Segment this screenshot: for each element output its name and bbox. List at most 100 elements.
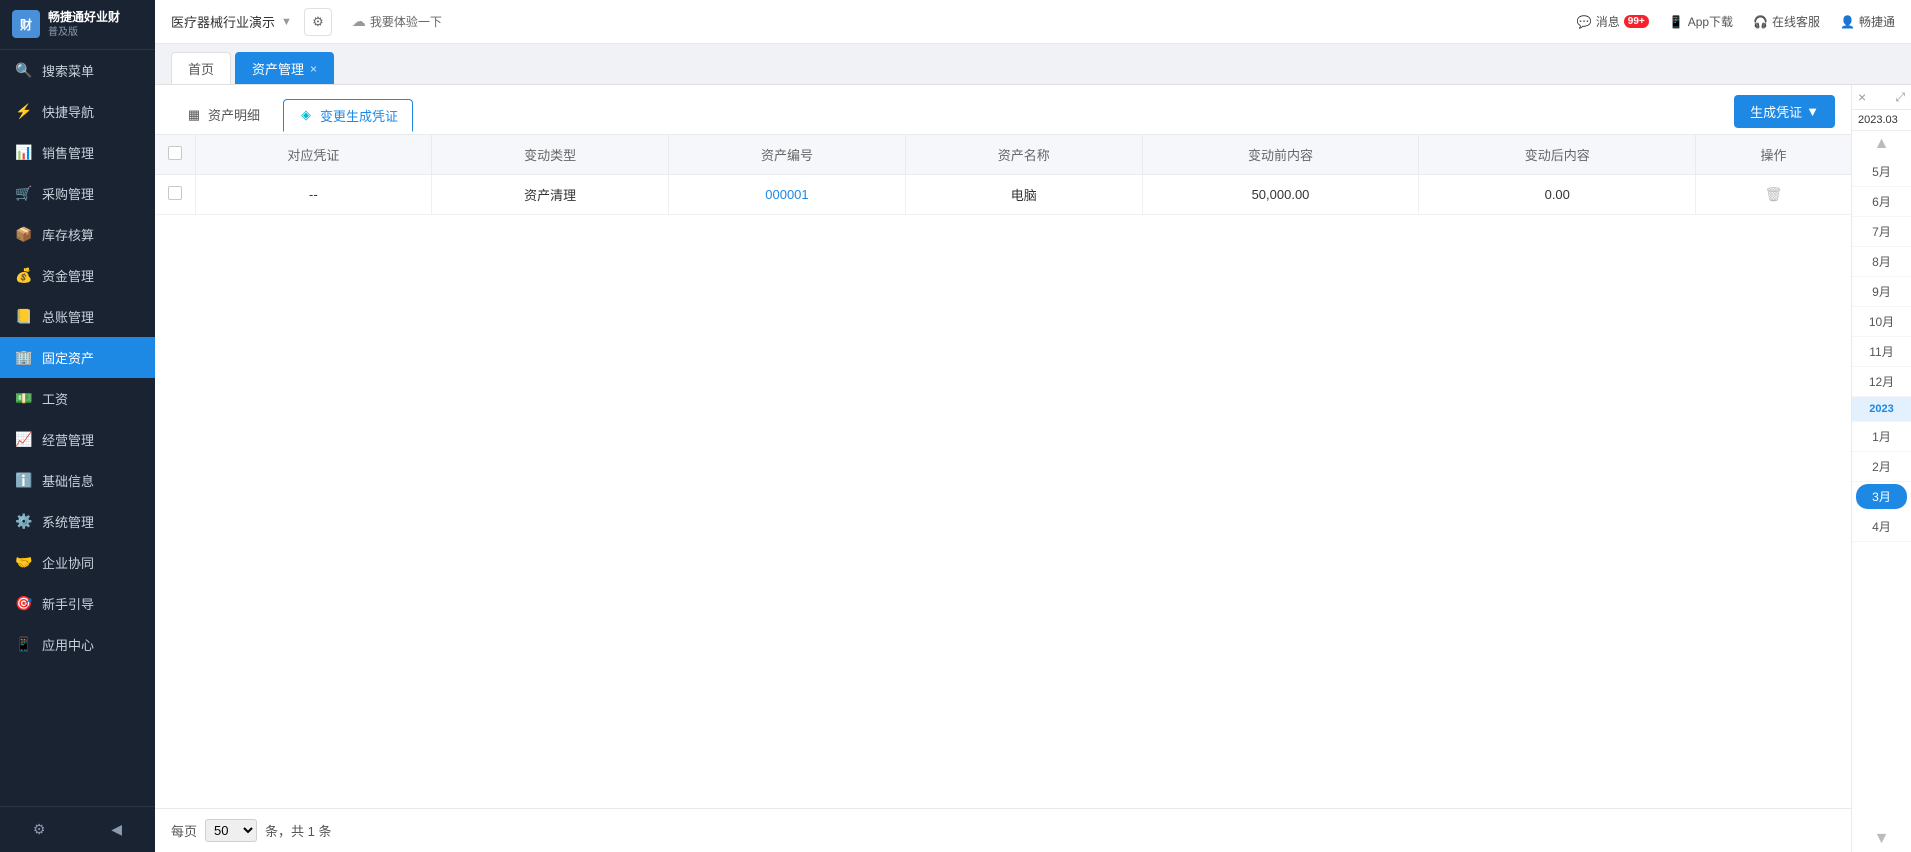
sidebar-item-label: 经营管理 [42, 430, 94, 449]
date-item-2[interactable]: 2月 [1852, 452, 1911, 482]
right-panel-date-label: 2023.03 [1852, 110, 1911, 131]
date-item-5[interactable]: 5月 [1852, 157, 1911, 187]
topbar-settings-button[interactable]: ⚙ [304, 8, 332, 36]
right-panel: × ⤢ 2023.03 ▲ 5月 6月 7月 8月 9月 10月 11月 12月… [1851, 85, 1911, 852]
th-asset-name-label: 资产名称 [998, 148, 1050, 163]
tab-asset-mgmt[interactable]: 资产管理 × [235, 52, 334, 84]
inventory-icon: 📦 [16, 226, 32, 242]
main-area: 医疗器械行业演示 ▼ ⚙ ☁ 我要体验一下 💬 消息 99+ 📱 App下载 🎧… [155, 0, 1911, 852]
sidebar-item-label: 销售管理 [42, 143, 94, 162]
quick-nav-icon: ⚡ [16, 103, 32, 119]
sub-tab-change-voucher-label: 变更生成凭证 [320, 106, 398, 125]
sidebar-item-label: 资金管理 [42, 266, 94, 285]
date-item-7[interactable]: 7月 [1852, 217, 1911, 247]
page-size-select[interactable]: 50 10 20 100 [205, 819, 257, 842]
date-item-12[interactable]: 12月 [1852, 367, 1911, 397]
date-item-4[interactable]: 4月 [1852, 512, 1911, 542]
sidebar-item-label: 固定资产 [42, 348, 94, 367]
th-asset-name: 资产名称 [905, 135, 1142, 175]
date-item-9[interactable]: 9月 [1852, 277, 1911, 307]
generate-voucher-button[interactable]: 生成凭证 ▼ [1734, 95, 1835, 128]
sidebar-item-enterprise[interactable]: 🤝 企业协同 [0, 542, 155, 583]
sidebar-item-sys-mgmt[interactable]: ⚙️ 系统管理 [0, 501, 155, 542]
sidebar-item-basic-info[interactable]: ℹ️ 基础信息 [0, 460, 155, 501]
sidebar-footer: ⚙ ◀ [0, 806, 155, 852]
right-panel-close-button[interactable]: × [1858, 89, 1866, 105]
sales-icon: 📊 [16, 144, 32, 160]
brand-text: 畅捷通好业财 普及版 [48, 10, 120, 39]
th-voucher-label: 对应凭证 [287, 148, 339, 163]
topbar-feedback[interactable]: ☁ 我要体验一下 [352, 13, 442, 30]
sidebar-item-inventory[interactable]: 📦 库存核算 [0, 214, 155, 255]
purchase-icon: 🛒 [16, 185, 32, 201]
app-download-button[interactable]: 📱 App下载 [1669, 13, 1733, 30]
date-item-6[interactable]: 6月 [1852, 187, 1911, 217]
table-area: 对应凭证 变动类型 资产编号 资产名称 [155, 135, 1851, 808]
table-footer: 每页 50 10 20 100 条，共 1 条 [155, 808, 1851, 852]
tab-close-icon[interactable]: × [310, 62, 317, 76]
sidebar-item-search[interactable]: 🔍 搜索菜单 [0, 50, 155, 91]
funds-icon: 💰 [16, 267, 32, 283]
scroll-down-button[interactable]: ▼ [1852, 826, 1911, 852]
date-item-11[interactable]: 11月 [1852, 337, 1911, 367]
th-change-type-label: 变动类型 [524, 148, 576, 163]
generate-voucher-label: 生成凭证 [1750, 102, 1802, 121]
sidebar-menu: 🔍 搜索菜单 ⚡ 快捷导航 📊 销售管理 🛒 采购管理 📦 库存核算 💰 资金管… [0, 50, 155, 806]
total-label: 条，共 1 条 [265, 821, 331, 840]
td-before-change: 50,000.00 [1142, 175, 1419, 215]
fixed-assets-icon: 🏢 [16, 349, 32, 365]
company-selector[interactable]: 医疗器械行业演示 ▼ [171, 12, 292, 31]
settings-button[interactable]: ⚙ [27, 815, 52, 844]
ledger-icon: 📒 [16, 308, 32, 324]
th-asset-code: 资产编号 [669, 135, 906, 175]
sub-tab-asset-detail[interactable]: ▦ 资产明细 [171, 98, 275, 131]
sidebar-item-quick-nav[interactable]: ⚡ 快捷导航 [0, 91, 155, 132]
sub-tab-asset-detail-label: 资产明细 [208, 105, 260, 124]
table-header-row: 对应凭证 变动类型 资产编号 资产名称 [155, 135, 1851, 175]
settings-icon: ⚙ [312, 14, 324, 30]
sidebar-item-sales[interactable]: 📊 销售管理 [0, 132, 155, 173]
sys-mgmt-icon: ⚙️ [16, 513, 32, 529]
date-item-3-current[interactable]: 3月 [1856, 484, 1907, 510]
user-avatar-icon: 👤 [1840, 15, 1855, 29]
sidebar-item-label: 总账管理 [42, 307, 94, 326]
header-checkbox[interactable] [168, 146, 182, 160]
date-item-1[interactable]: 1月 [1852, 422, 1911, 452]
sidebar-item-operations[interactable]: 📈 经营管理 [0, 419, 155, 460]
payroll-icon: 💵 [16, 390, 32, 406]
sidebar-item-purchase[interactable]: 🛒 采购管理 [0, 173, 155, 214]
sidebar-item-fixed-assets[interactable]: 🏢 固定资产 [0, 337, 155, 378]
date-item-8[interactable]: 8月 [1852, 247, 1911, 277]
row-checkbox[interactable] [168, 186, 182, 200]
before-change-value: 50,000.00 [1252, 187, 1310, 202]
sub-tab-change-voucher[interactable]: ◈ 变更生成凭证 [283, 99, 413, 132]
scroll-up-button[interactable]: ▲ [1852, 131, 1911, 157]
brand-name: 畅捷通好业财 [48, 10, 120, 26]
user-menu[interactable]: 👤 畅捷通 [1840, 13, 1895, 30]
sidebar-item-ledger[interactable]: 📒 总账管理 [0, 296, 155, 337]
app-center-icon: 📱 [16, 636, 32, 652]
tab-home[interactable]: 首页 [171, 52, 231, 84]
sidebar-item-payroll[interactable]: 💵 工资 [0, 378, 155, 419]
sidebar-item-label: 库存核算 [42, 225, 94, 244]
th-voucher: 对应凭证 [195, 135, 432, 175]
sidebar-item-guide[interactable]: 🎯 新手引导 [0, 583, 155, 624]
delete-button[interactable]: 🗑 [1765, 186, 1783, 202]
voucher-value: -- [309, 187, 318, 202]
sidebar-item-app-center[interactable]: 📱 应用中心 [0, 624, 155, 665]
bell-icon: 💬 [1577, 15, 1592, 29]
sidebar-item-label: 新手引导 [42, 594, 94, 613]
sidebar-item-label: 工资 [42, 389, 68, 408]
date-item-year-2023[interactable]: 2023 [1852, 397, 1911, 422]
brand-edition: 普及版 [48, 26, 120, 39]
notifications-button[interactable]: 💬 消息 99+ [1577, 13, 1649, 30]
date-item-10[interactable]: 10月 [1852, 307, 1911, 337]
table-icon: ▦ [186, 107, 202, 123]
change-type-value: 资产清理 [524, 188, 576, 203]
collapse-button[interactable]: ◀ [105, 815, 128, 844]
th-checkbox [155, 135, 195, 175]
right-panel-expand-button[interactable]: ⤢ [1895, 90, 1905, 105]
online-service-button[interactable]: 🎧 在线客服 [1753, 13, 1820, 30]
td-voucher: -- [195, 175, 432, 215]
sidebar-item-funds[interactable]: 💰 资金管理 [0, 255, 155, 296]
